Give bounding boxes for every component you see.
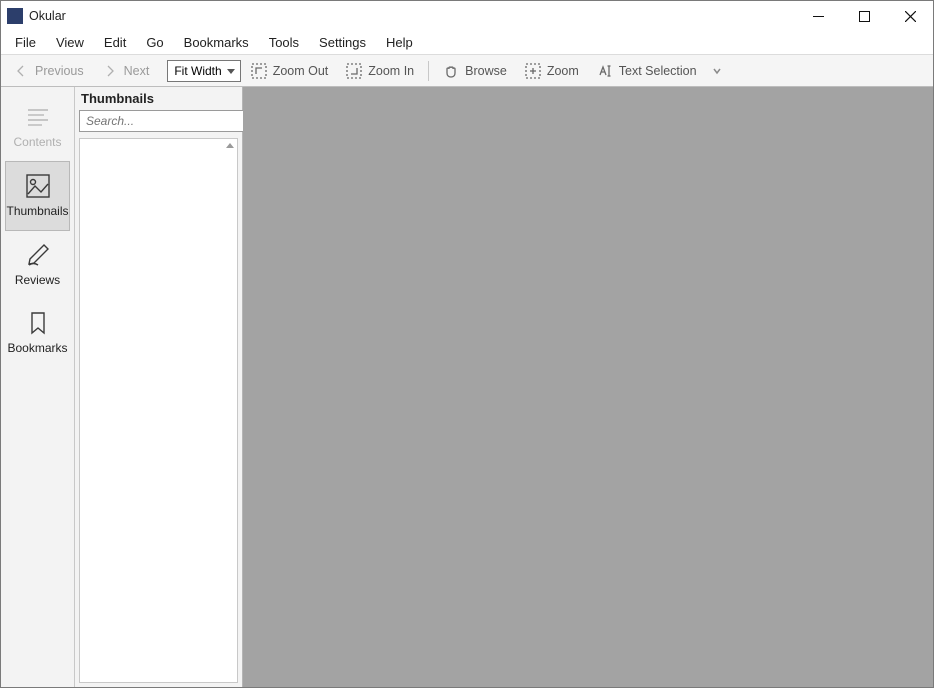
- menu-tools[interactable]: Tools: [259, 32, 309, 53]
- zoom-in-icon: [346, 63, 362, 79]
- maximize-button[interactable]: [841, 1, 887, 31]
- menu-bar: File View Edit Go Bookmarks Tools Settin…: [1, 31, 933, 55]
- search-input[interactable]: [79, 110, 250, 132]
- next-button[interactable]: Next: [94, 60, 158, 82]
- text-selection-icon: [597, 63, 613, 79]
- zoom-in-label: Zoom In: [368, 64, 414, 78]
- document-area[interactable]: [243, 87, 933, 687]
- chevron-down-icon: [713, 67, 721, 75]
- zoom-mode-value: Fit Width: [174, 64, 221, 78]
- menu-bookmarks[interactable]: Bookmarks: [174, 32, 259, 53]
- menu-file[interactable]: File: [5, 32, 46, 53]
- thumbnails-label: Thumbnails: [6, 204, 68, 218]
- separator: [428, 61, 429, 81]
- menu-help[interactable]: Help: [376, 32, 423, 53]
- side-panel-header: Thumbnails: [75, 87, 242, 110]
- zoom-tool-button[interactable]: Zoom: [517, 60, 587, 82]
- menu-go[interactable]: Go: [136, 32, 173, 53]
- zoom-in-button[interactable]: Zoom In: [338, 60, 422, 82]
- previous-label: Previous: [35, 64, 84, 78]
- bookmarks-label: Bookmarks: [7, 341, 67, 355]
- thumbnails-icon: [24, 172, 52, 200]
- scroll-up-icon[interactable]: [225, 141, 235, 151]
- menu-view[interactable]: View: [46, 32, 94, 53]
- menu-edit[interactable]: Edit: [94, 32, 136, 53]
- next-label: Next: [124, 64, 150, 78]
- previous-button[interactable]: Previous: [5, 60, 92, 82]
- sidebar-tab-contents[interactable]: Contents: [1, 93, 74, 161]
- title-bar: Okular: [1, 1, 933, 31]
- chevron-right-icon: [102, 63, 118, 79]
- thumbnail-list[interactable]: [79, 138, 238, 683]
- contents-icon: [24, 103, 52, 131]
- app-icon: [7, 8, 23, 24]
- text-selection-label: Text Selection: [619, 64, 697, 78]
- zoom-out-button[interactable]: Zoom Out: [243, 60, 337, 82]
- zoom-marquee-icon: [525, 63, 541, 79]
- text-selection-button[interactable]: Text Selection: [589, 60, 705, 82]
- minimize-button[interactable]: [795, 1, 841, 31]
- side-panel: Thumbnails: [75, 87, 243, 687]
- menu-settings[interactable]: Settings: [309, 32, 376, 53]
- sidebar-tab-reviews[interactable]: Reviews: [1, 231, 74, 299]
- zoom-mode-select[interactable]: Fit Width: [167, 60, 240, 82]
- close-button[interactable]: [887, 1, 933, 31]
- reviews-icon: [24, 241, 52, 269]
- toolbar: Previous Next Fit Width Zoom Out Zoom In…: [1, 55, 933, 87]
- sidebar-tab-bookmarks[interactable]: Bookmarks: [1, 299, 74, 367]
- window-title: Okular: [29, 9, 66, 23]
- chevron-left-icon: [13, 63, 29, 79]
- hand-icon: [443, 63, 459, 79]
- zoom-out-label: Zoom Out: [273, 64, 329, 78]
- browse-label: Browse: [465, 64, 507, 78]
- browse-button[interactable]: Browse: [435, 60, 515, 82]
- zoom-tool-label: Zoom: [547, 64, 579, 78]
- reviews-label: Reviews: [15, 273, 60, 287]
- sidebar-tab-thumbnails[interactable]: Thumbnails: [5, 161, 70, 231]
- selection-mode-dropdown[interactable]: [707, 67, 727, 75]
- contents-label: Contents: [13, 135, 61, 149]
- zoom-out-icon: [251, 63, 267, 79]
- sidebar-tabs: Contents Thumbnails Reviews Bookmarks: [1, 87, 75, 687]
- bookmarks-icon: [24, 309, 52, 337]
